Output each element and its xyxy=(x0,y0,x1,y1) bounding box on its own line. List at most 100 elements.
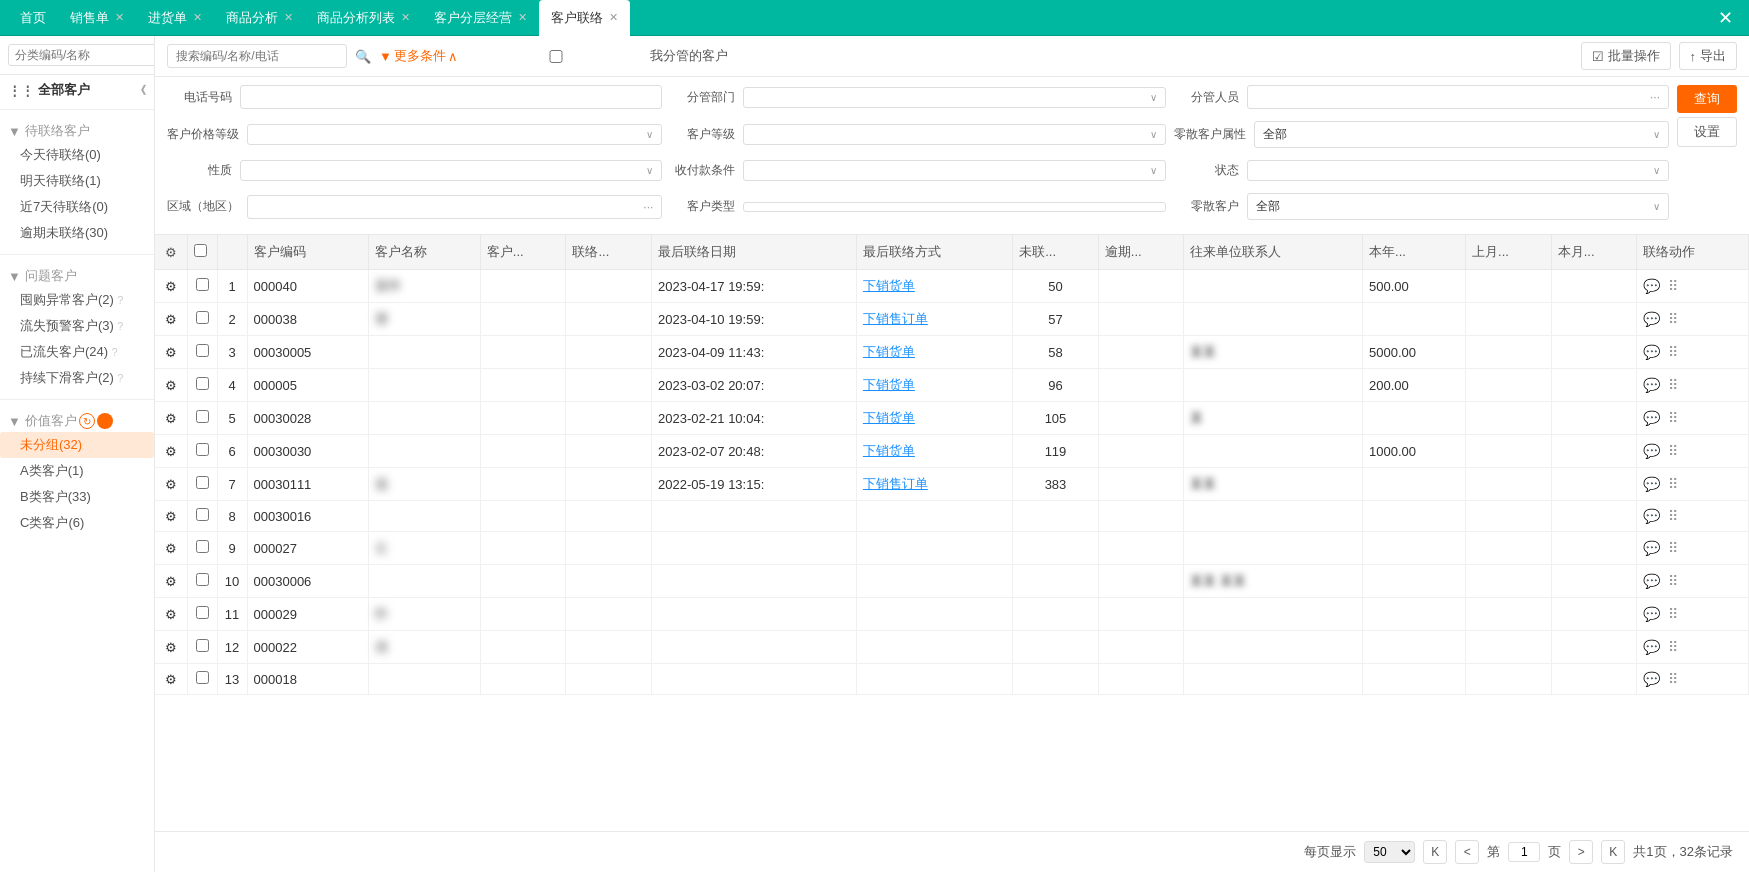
checkbox-cell[interactable] xyxy=(187,631,217,664)
reset-button[interactable]: 设置 xyxy=(1677,117,1737,147)
last-contact-method-cell[interactable] xyxy=(856,598,1012,631)
gear-cell[interactable]: ⚙ xyxy=(155,631,187,664)
tab-analysis-list[interactable]: 商品分析列表 ✕ xyxy=(305,0,422,36)
last-contact-method-cell[interactable] xyxy=(856,532,1012,565)
checkbox-cell[interactable] xyxy=(187,501,217,532)
gear-cell[interactable]: ⚙ xyxy=(155,598,187,631)
first-page-button[interactable]: K xyxy=(1423,840,1447,864)
sidebar-item-tomorrow[interactable]: 明天待联络(1) xyxy=(0,168,154,194)
chat-icon[interactable]: 💬 xyxy=(1643,671,1660,687)
chat-icon[interactable]: 💬 xyxy=(1643,311,1660,327)
tab-customer-seg[interactable]: 客户分层经营 ✕ xyxy=(422,0,539,36)
close-icon[interactable]: ✕ xyxy=(609,11,618,24)
last-contact-method-cell[interactable]: 下销货单 xyxy=(856,336,1012,369)
last-contact-method-cell[interactable]: 下销货单 xyxy=(856,402,1012,435)
retail-attr-select[interactable]: 全部 ∨ xyxy=(1254,121,1669,148)
chat-icon[interactable]: 💬 xyxy=(1643,573,1660,589)
chat-icon[interactable]: 💬 xyxy=(1643,476,1660,492)
chat-icon[interactable]: 💬 xyxy=(1643,278,1660,294)
checkbox-cell[interactable] xyxy=(187,402,217,435)
gear-cell[interactable]: ⚙ xyxy=(155,435,187,468)
more-actions-icon[interactable]: ⠿ xyxy=(1668,573,1678,589)
pay-terms-select[interactable]: ∨ xyxy=(743,160,1165,181)
status-select[interactable]: ∨ xyxy=(1247,160,1669,181)
area-select[interactable]: ··· xyxy=(247,195,662,219)
filter-more-btn[interactable]: ▼ 更多条件 ∧ xyxy=(379,47,458,65)
last-contact-method-cell[interactable] xyxy=(856,631,1012,664)
close-icon[interactable]: ✕ xyxy=(115,11,124,24)
sidebar-item-overdue[interactable]: 逾期未联络(30) xyxy=(0,220,154,246)
gear-cell[interactable]: ⚙ xyxy=(155,532,187,565)
sidebar-section-label-value[interactable]: ▼ 价值客户 ↻ xyxy=(0,408,154,432)
contact-method-link[interactable]: 下销货单 xyxy=(863,377,915,392)
sidebar-section-label-problem[interactable]: ▼ 问题客户 xyxy=(0,263,154,287)
last-contact-method-cell[interactable]: 下销售订单 xyxy=(856,468,1012,501)
staff-select[interactable]: ··· xyxy=(1247,85,1669,109)
sidebar-search-input[interactable] xyxy=(8,44,155,66)
tab-customer-contact[interactable]: 客户联络 ✕ xyxy=(539,0,630,36)
more-actions-icon[interactable]: ⠿ xyxy=(1668,671,1678,687)
last-contact-method-cell[interactable]: 下销货单 xyxy=(856,270,1012,303)
chat-icon[interactable]: 💬 xyxy=(1643,540,1660,556)
more-actions-icon[interactable]: ⠿ xyxy=(1668,606,1678,622)
gear-cell[interactable]: ⚙ xyxy=(155,501,187,532)
last-contact-method-cell[interactable] xyxy=(856,664,1012,695)
top-nav-close-icon[interactable]: ✕ xyxy=(1710,8,1741,28)
prev-page-button[interactable]: < xyxy=(1455,840,1479,864)
gear-cell[interactable]: ⚙ xyxy=(155,369,187,402)
contact-method-link[interactable]: 下销货单 xyxy=(863,410,915,425)
gear-cell[interactable]: ⚙ xyxy=(155,270,187,303)
checkbox-cell[interactable] xyxy=(187,598,217,631)
phone-input[interactable] xyxy=(240,85,662,109)
tab-analysis[interactable]: 商品分析 ✕ xyxy=(214,0,305,36)
sidebar-item-churn-warn[interactable]: 流失预警客户(3) ? xyxy=(0,313,154,339)
contact-method-link[interactable]: 下销售订单 xyxy=(863,476,928,491)
close-icon[interactable]: ✕ xyxy=(401,11,410,24)
more-actions-icon[interactable]: ⠿ xyxy=(1668,344,1678,360)
last-page-button[interactable]: K xyxy=(1601,840,1625,864)
my-customers-checkbox[interactable]: 我分管的客户 xyxy=(466,47,728,65)
sidebar-item-7days[interactable]: 近7天待联络(0) xyxy=(0,194,154,220)
close-icon[interactable]: ✕ xyxy=(518,11,527,24)
contact-method-link[interactable]: 下销货单 xyxy=(863,443,915,458)
sidebar-item-class-a[interactable]: A类客户(1) xyxy=(0,458,154,484)
more-actions-icon[interactable]: ⠿ xyxy=(1668,443,1678,459)
close-icon[interactable]: ✕ xyxy=(284,11,293,24)
sidebar-item-declining[interactable]: 持续下滑客户(2) ? xyxy=(0,365,154,391)
checkbox-col-header[interactable] xyxy=(187,235,217,270)
chat-icon[interactable]: 💬 xyxy=(1643,606,1660,622)
checkbox-cell[interactable] xyxy=(187,270,217,303)
more-actions-icon[interactable]: ⠿ xyxy=(1668,508,1678,524)
export-button[interactable]: ↑ 导出 xyxy=(1679,42,1738,70)
chat-icon[interactable]: 💬 xyxy=(1643,639,1660,655)
gear-cell[interactable]: ⚙ xyxy=(155,402,187,435)
checkbox-cell[interactable] xyxy=(187,664,217,695)
sidebar-item-today[interactable]: 今天待联络(0) xyxy=(0,142,154,168)
settings-col-header[interactable]: ⚙ xyxy=(155,235,187,270)
per-page-select[interactable]: 50 100 200 xyxy=(1364,841,1415,863)
more-actions-icon[interactable]: ⠿ xyxy=(1668,639,1678,655)
query-button[interactable]: 查询 xyxy=(1677,85,1737,113)
tab-purchase[interactable]: 进货单 ✕ xyxy=(136,0,214,36)
close-icon[interactable]: ✕ xyxy=(193,11,202,24)
retail-customer-select[interactable]: 全部 ∨ xyxy=(1247,193,1669,220)
sidebar-item-churned[interactable]: 已流失客户(24) ? xyxy=(0,339,154,365)
chat-icon[interactable]: 💬 xyxy=(1643,344,1660,360)
batch-ops-button[interactable]: ☑ 批量操作 xyxy=(1581,42,1671,70)
sidebar-item-class-b[interactable]: B类客户(33) xyxy=(0,484,154,510)
sidebar-item-class-c[interactable]: C类客户(6) xyxy=(0,510,154,536)
tab-home[interactable]: 首页 xyxy=(8,0,58,36)
page-input[interactable] xyxy=(1508,842,1540,862)
gear-cell[interactable]: ⚙ xyxy=(155,303,187,336)
more-actions-icon[interactable]: ⠿ xyxy=(1668,377,1678,393)
contact-method-link[interactable]: 下销货单 xyxy=(863,278,915,293)
last-contact-method-cell[interactable]: 下销售订单 xyxy=(856,303,1012,336)
last-contact-method-cell[interactable] xyxy=(856,501,1012,532)
my-customers-check[interactable] xyxy=(466,50,646,63)
nature-select[interactable]: ∨ xyxy=(240,160,662,181)
chat-icon[interactable]: 💬 xyxy=(1643,377,1660,393)
gear-cell[interactable]: ⚙ xyxy=(155,336,187,369)
checkbox-cell[interactable] xyxy=(187,435,217,468)
customer-type-select[interactable] xyxy=(743,202,1165,212)
refresh-icon[interactable]: ↻ xyxy=(79,413,95,429)
